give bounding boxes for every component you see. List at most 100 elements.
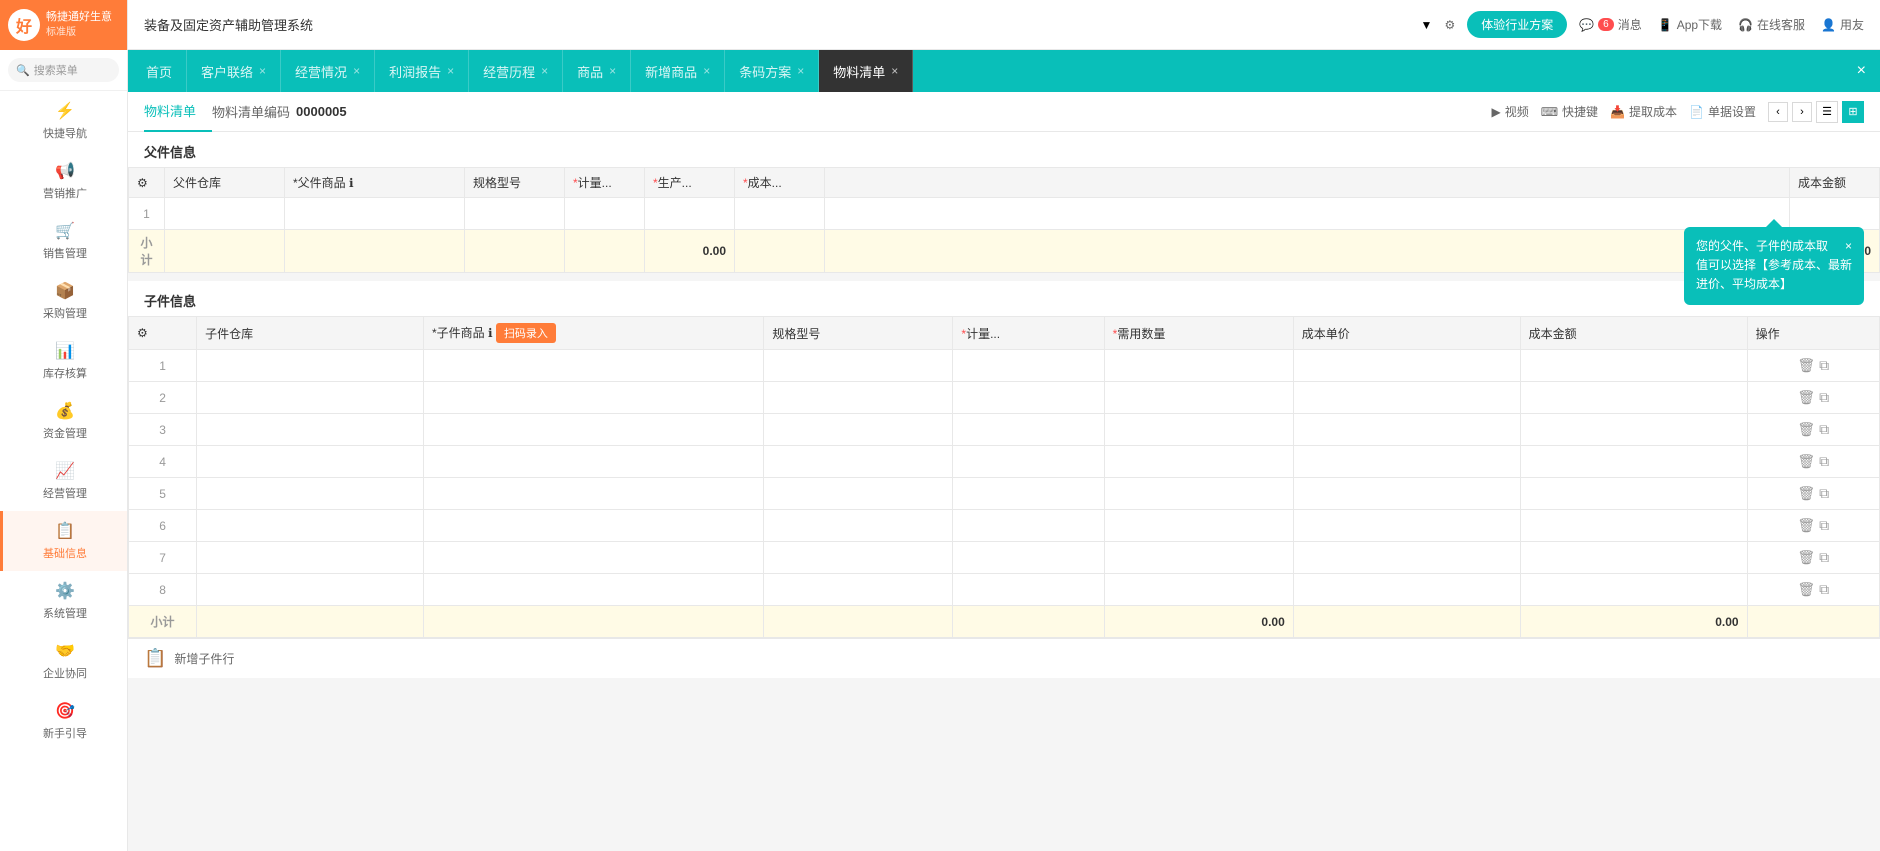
expand-btn[interactable]: ⊞	[1842, 101, 1864, 123]
child-spec-8[interactable]	[764, 574, 953, 606]
delete-btn-6[interactable]: 🗑	[1797, 517, 1815, 534]
sidebar-item-purchase[interactable]: 📦 采购管理	[0, 271, 127, 331]
single-settings-btn[interactable]: 📄 单据设置	[1689, 103, 1756, 120]
tab-customer-close[interactable]: ×	[259, 64, 266, 78]
sidebar-item-guide[interactable]: 🎯 新手引导	[0, 691, 127, 751]
extract-cost-btn[interactable]: 📥 提取成本	[1610, 103, 1677, 120]
delete-btn-4[interactable]: 🗑	[1797, 453, 1815, 470]
child-amount-5[interactable]	[1520, 478, 1747, 510]
copy-btn-7[interactable]: ⧉	[1819, 549, 1829, 566]
child-product-7[interactable]	[423, 542, 763, 574]
child-amount-3[interactable]	[1520, 414, 1747, 446]
tab-bom-close[interactable]: ×	[891, 64, 898, 78]
tab-barcode-close[interactable]: ×	[797, 64, 804, 78]
child-warehouse-2[interactable]	[197, 382, 424, 414]
prev-btn[interactable]: ‹	[1768, 102, 1788, 122]
delete-btn-8[interactable]: 🗑	[1797, 581, 1815, 598]
child-unit-6[interactable]	[953, 510, 1104, 542]
child-amount-2[interactable]	[1520, 382, 1747, 414]
copy-btn-5[interactable]: ⧉	[1819, 485, 1829, 502]
child-amount-7[interactable]	[1520, 542, 1747, 574]
child-amount-6[interactable]	[1520, 510, 1747, 542]
tab-bom[interactable]: 物料清单 ×	[819, 50, 913, 92]
child-spec-2[interactable]	[764, 382, 953, 414]
child-amount-4[interactable]	[1520, 446, 1747, 478]
child-cost-price-8[interactable]	[1293, 574, 1520, 606]
child-product-2[interactable]	[423, 382, 763, 414]
sidebar-item-quick-nav[interactable]: ⚡ 快捷导航	[0, 91, 127, 151]
tab-product-close[interactable]: ×	[609, 64, 616, 78]
child-cost-price-6[interactable]	[1293, 510, 1520, 542]
sidebar-item-marketing[interactable]: 📢 营销推广	[0, 151, 127, 211]
search-area[interactable]: 🔍 搜索菜单	[0, 50, 127, 91]
video-btn[interactable]: ▶ 视频	[1491, 103, 1528, 120]
child-cost-price-3[interactable]	[1293, 414, 1520, 446]
delete-btn-3[interactable]: 🗑	[1797, 421, 1815, 438]
child-warehouse-5[interactable]	[197, 478, 424, 510]
sidebar-item-collaboration[interactable]: 🤝 企业协同	[0, 631, 127, 691]
child-unit-1[interactable]	[953, 350, 1104, 382]
message-action[interactable]: 💬 6 消息	[1579, 16, 1642, 33]
tab-customer[interactable]: 客户联络 ×	[187, 50, 281, 92]
dropdown-btn[interactable]: ▼	[1421, 18, 1433, 32]
child-warehouse-8[interactable]	[197, 574, 424, 606]
child-cost-price-2[interactable]	[1293, 382, 1520, 414]
child-warehouse-6[interactable]	[197, 510, 424, 542]
parent-produce-cell[interactable]	[645, 198, 735, 230]
child-qty-3[interactable]	[1104, 414, 1293, 446]
child-product-8[interactable]	[423, 574, 763, 606]
app-download-action[interactable]: 📱 App下载	[1658, 16, 1722, 33]
child-warehouse-3[interactable]	[197, 414, 424, 446]
sidebar-item-sales[interactable]: 🛒 销售管理	[0, 211, 127, 271]
tab-operation[interactable]: 经营情况 ×	[281, 50, 375, 92]
copy-btn-2[interactable]: ⧉	[1819, 389, 1829, 406]
child-warehouse-7[interactable]	[197, 542, 424, 574]
child-product-5[interactable]	[423, 478, 763, 510]
trial-button[interactable]: 体验行业方案	[1467, 11, 1567, 38]
list-view-btn[interactable]: ☰	[1816, 101, 1838, 123]
tab-history[interactable]: 经营历程 ×	[469, 50, 563, 92]
child-qty-8[interactable]	[1104, 574, 1293, 606]
child-product-1[interactable]	[423, 350, 763, 382]
settings-btn[interactable]: ⚙	[1444, 18, 1455, 32]
child-unit-2[interactable]	[953, 382, 1104, 414]
copy-btn-1[interactable]: ⧉	[1819, 357, 1829, 374]
sidebar-item-system[interactable]: ⚙️ 系统管理	[0, 571, 127, 631]
add-row-label[interactable]: 新增子件行	[174, 650, 234, 667]
child-unit-4[interactable]	[953, 446, 1104, 478]
parent-col-settings[interactable]: ⚙	[129, 168, 165, 198]
sub-tab-bom-list[interactable]: 物料清单	[144, 92, 212, 132]
child-spec-5[interactable]	[764, 478, 953, 510]
delete-btn-2[interactable]: 🗑	[1797, 389, 1815, 406]
child-product-6[interactable]	[423, 510, 763, 542]
parent-warehouse-cell[interactable]	[165, 198, 285, 230]
child-qty-7[interactable]	[1104, 542, 1293, 574]
global-close-btn[interactable]: ×	[1847, 62, 1876, 80]
tab-profit-close[interactable]: ×	[447, 64, 454, 78]
tab-new-product[interactable]: 新增商品 ×	[631, 50, 725, 92]
child-qty-5[interactable]	[1104, 478, 1293, 510]
child-qty-6[interactable]	[1104, 510, 1293, 542]
child-spec-1[interactable]	[764, 350, 953, 382]
child-unit-8[interactable]	[953, 574, 1104, 606]
child-spec-6[interactable]	[764, 510, 953, 542]
sidebar-item-operations[interactable]: 📈 经营管理	[0, 451, 127, 511]
parent-cost-cell[interactable]	[735, 198, 825, 230]
child-qty-1[interactable]	[1104, 350, 1293, 382]
child-warehouse-4[interactable]	[197, 446, 424, 478]
sub-tab-bom-code[interactable]: 物料清单编码 0000005	[212, 92, 347, 132]
delete-btn-1[interactable]: 🗑	[1797, 357, 1815, 374]
child-spec-7[interactable]	[764, 542, 953, 574]
child-amount-8[interactable]	[1520, 574, 1747, 606]
child-warehouse-1[interactable]	[197, 350, 424, 382]
child-amount-1[interactable]	[1520, 350, 1747, 382]
copy-btn-3[interactable]: ⧉	[1819, 421, 1829, 438]
child-unit-3[interactable]	[953, 414, 1104, 446]
online-service-action[interactable]: 🎧 在线客服	[1738, 16, 1805, 33]
child-col-settings[interactable]: ⚙	[129, 317, 197, 350]
parent-unit-cell[interactable]	[565, 198, 645, 230]
sidebar-item-basic-info[interactable]: 📋 基础信息	[0, 511, 127, 571]
child-cost-price-1[interactable]	[1293, 350, 1520, 382]
tab-product[interactable]: 商品 ×	[563, 50, 631, 92]
child-spec-4[interactable]	[764, 446, 953, 478]
